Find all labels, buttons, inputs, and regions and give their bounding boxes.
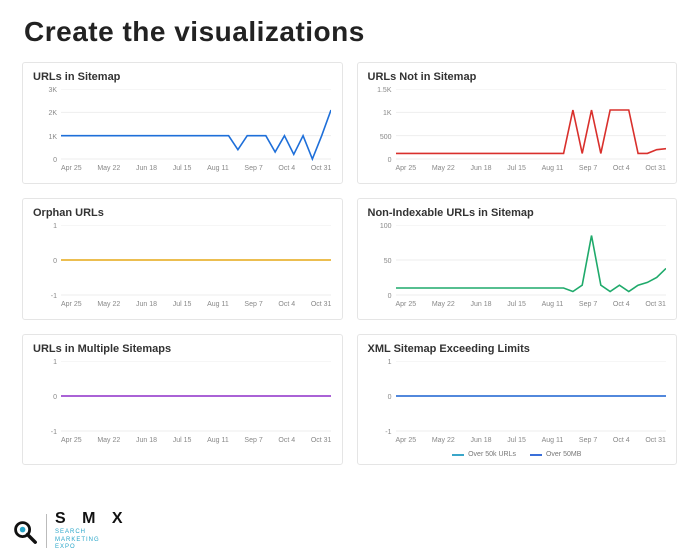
chart-title: Non-Indexable URLs in Sitemap [368,207,667,219]
chart-card-non-indexable: Non-Indexable URLs in Sitemap 050100 Apr 2… [357,198,678,320]
series-line [61,110,331,159]
chart-area: -101 Apr 25May 22Jun 18Jul 15Aug 11Sep 7O… [368,361,667,449]
chart-svg [396,225,666,297]
series-line [396,236,666,292]
footer-brand: S M X SEARCH MARKETING EXPO [10,511,129,551]
chart-card-exceeding-limits: XML Sitemap Exceeding Limits -101 Apr 25Ma… [357,334,678,465]
chart-card-orphan-urls: Orphan URLs -101 Apr 25May 22Jun 18Jul 15A… [22,198,343,320]
chart-title: Orphan URLs [33,207,332,219]
x-axis-labels: Apr 25May 22Jun 18Jul 15Aug 11Sep 7Oct 4… [396,437,667,449]
legend-item: Over 50k URLs [452,451,516,458]
chart-title: URLs Not in Sitemap [368,71,667,83]
chart-svg [396,361,666,433]
legend-swatch [452,454,464,456]
y-axis-labels: -101 [33,227,57,295]
chart-svg [61,89,331,161]
x-axis-labels: Apr 25May 22Jun 18Jul 15Aug 11Sep 7Oct 4… [396,165,667,177]
magnifying-glass-icon [10,517,38,545]
chart-svg [396,89,666,161]
chart-area: -101 Apr 25May 22Jun 18Jul 15Aug 11Sep 7O… [33,361,332,449]
chart-title: XML Sitemap Exceeding Limits [368,343,667,355]
y-axis-labels: -101 [368,363,392,431]
x-axis-labels: Apr 25May 22Jun 18Jul 15Aug 11Sep 7Oct 4… [396,301,667,313]
y-axis-labels: 050100 [368,227,392,295]
x-axis-labels: Apr 25May 22Jun 18Jul 15Aug 11Sep 7Oct 4… [61,437,332,449]
brand-subtitle: SEARCH MARKETING EXPO [55,529,129,551]
chart-area: 05001K1.5K Apr 25May 22Jun 18Jul 15Aug 11… [368,89,667,177]
chart-svg [61,225,331,297]
legend-item: Over 50MB [530,451,581,458]
chart-svg [61,361,331,433]
chart-area: 01K2K3K Apr 25May 22Jun 18Jul 15Aug 11Sep… [33,89,332,177]
legend-label: Over 50MB [546,451,581,458]
chart-card-multiple-sitemaps: URLs in Multiple Sitemaps -101 Apr 25May 2… [22,334,343,465]
chart-title: URLs in Sitemap [33,71,332,83]
legend-swatch [530,454,542,456]
chart-grid: URLs in Sitemap 01K2K3K Apr 25May 22Jun 18… [22,62,677,465]
series-line [396,110,666,153]
chart-area: 050100 Apr 25May 22Jun 18Jul 15Aug 11Sep … [368,225,667,313]
brand-letters: S M X [55,511,129,527]
chart-legend: Over 50k URLs Over 50MB [368,451,667,458]
y-axis-labels: -101 [33,363,57,431]
x-axis-labels: Apr 25May 22Jun 18Jul 15Aug 11Sep 7Oct 4… [61,301,332,313]
chart-card-urls-in-sitemap: URLs in Sitemap 01K2K3K Apr 25May 22Jun 18… [22,62,343,184]
y-axis-labels: 05001K1.5K [368,91,392,159]
chart-title: URLs in Multiple Sitemaps [33,343,332,355]
brand-divider [46,514,47,548]
x-axis-labels: Apr 25May 22Jun 18Jul 15Aug 11Sep 7Oct 4… [61,165,332,177]
page-title: Create the visualizations [24,16,677,48]
chart-card-urls-not-in-sitemap: URLs Not in Sitemap 05001K1.5K Apr 25May 2… [357,62,678,184]
chart-area: -101 Apr 25May 22Jun 18Jul 15Aug 11Sep 7O… [33,225,332,313]
y-axis-labels: 01K2K3K [33,91,57,159]
legend-label: Over 50k URLs [468,451,516,458]
